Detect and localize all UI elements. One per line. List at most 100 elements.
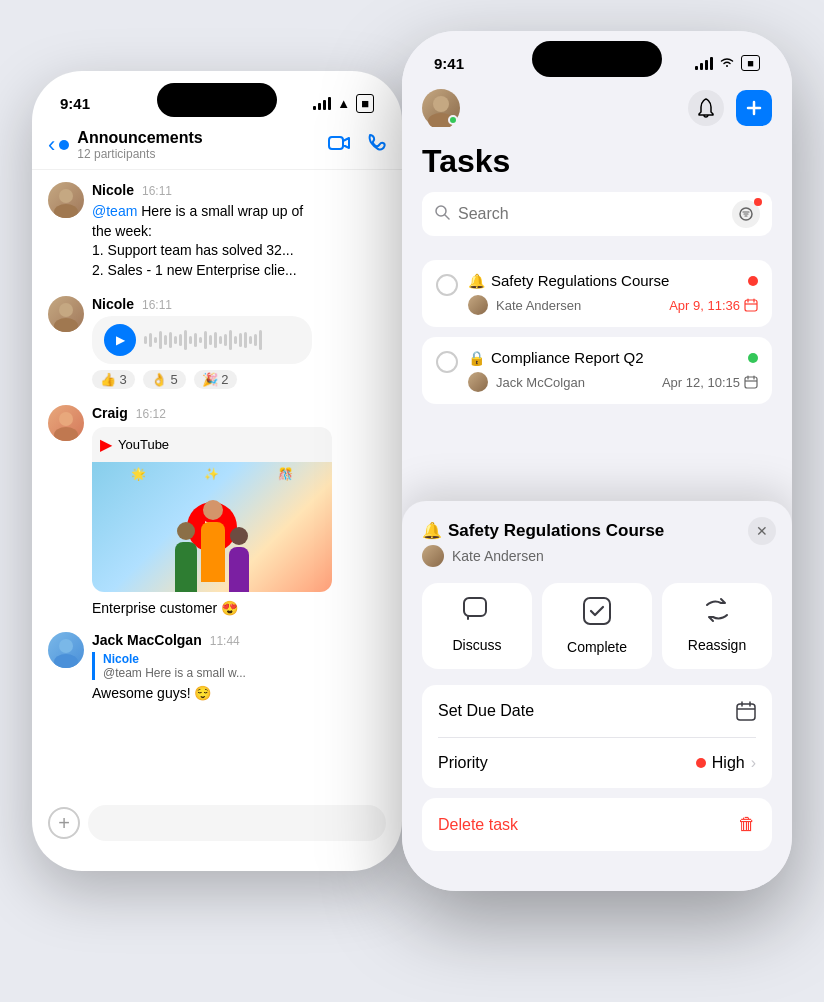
search-bar[interactable]	[422, 192, 772, 236]
complete-icon	[583, 597, 611, 631]
wifi-front	[719, 56, 735, 71]
back-button[interactable]: ‹	[48, 132, 69, 158]
reaction-ok[interactable]: 👌 5	[143, 370, 186, 389]
yt-header: ▶ YouTube	[92, 427, 332, 462]
task-priority-indicator	[748, 276, 758, 286]
notifications-button[interactable]	[688, 90, 724, 126]
reassign-button[interactable]: Reassign	[662, 583, 772, 669]
trash-icon: 🗑	[738, 814, 756, 835]
svg-point-7	[59, 639, 73, 653]
message-author: Nicole	[92, 182, 134, 198]
delete-task-label: Delete task	[438, 816, 518, 834]
time-front: 9:41	[434, 55, 464, 72]
sheet-options: Set Due Date Priority High ›	[422, 685, 772, 788]
battery-front: ■	[741, 55, 760, 71]
delete-task-row: Delete task 🗑	[422, 798, 772, 851]
voice-message[interactable]: ▶	[92, 316, 312, 364]
task-alert-icon: 🔔	[468, 273, 485, 289]
discuss-icon	[463, 597, 491, 629]
task-assignee-avatar	[468, 295, 488, 315]
reassign-label: Reassign	[688, 637, 746, 653]
svg-point-9	[433, 96, 449, 112]
sheet-alert-icon: 🔔	[422, 521, 442, 540]
task-assignee-avatar	[468, 372, 488, 392]
svg-line-14	[445, 215, 449, 219]
task-priority-indicator	[748, 353, 758, 363]
svg-rect-0	[329, 137, 343, 149]
phone-front: 9:41 ■	[402, 31, 792, 891]
sheet-assignee-name: Kate Andersen	[452, 548, 544, 564]
add-attachment-button[interactable]: +	[48, 807, 80, 839]
avatar	[48, 405, 84, 441]
discuss-label: Discuss	[452, 637, 501, 653]
message-row: Jack MacColgan 11:44 Nicole @team Here i…	[48, 632, 386, 704]
message-text: Enterprise customer 😍	[92, 600, 386, 616]
phone-call-icon[interactable]	[366, 133, 386, 158]
youtube-icon: ▶	[100, 435, 112, 454]
svg-point-6	[54, 427, 78, 441]
play-button[interactable]: ▶	[104, 324, 136, 356]
svg-point-1	[59, 189, 73, 203]
message-content: Nicole 16:11 @team Here is a small wrap …	[92, 182, 386, 280]
svg-point-3	[59, 303, 73, 317]
task-assignee-name: Jack McColgan	[496, 375, 585, 390]
mention: @team	[92, 203, 137, 219]
add-task-button[interactable]	[736, 90, 772, 126]
complete-label: Complete	[567, 639, 627, 655]
discuss-button[interactable]: Discuss	[422, 583, 532, 669]
svg-rect-26	[737, 704, 755, 720]
message-content: Nicole 16:11 ▶	[92, 296, 386, 389]
status-icons-back: ▲ ■	[313, 94, 374, 113]
task-name-row: 🔒 Compliance Report Q2	[468, 349, 758, 366]
task-checkbox[interactable]	[436, 351, 458, 373]
task-due-date: Apr 12, 10:15	[662, 375, 758, 390]
svg-point-4	[54, 318, 78, 332]
search-input[interactable]	[458, 205, 724, 223]
chevron-right-icon: ›	[751, 754, 756, 772]
task-name-row: 🔔 Safety Regulations Course	[468, 272, 758, 289]
search-icon	[434, 204, 450, 224]
task-meta: Jack McColgan Apr 12, 10:15	[468, 372, 758, 392]
chat-subtitle: 12 participants	[77, 147, 328, 161]
message-row: Craig 16:12 ▶ YouTube	[48, 405, 386, 616]
task-item[interactable]: 🔒 Compliance Report Q2 Jack McColgan Apr…	[422, 337, 772, 404]
priority-label: Priority	[438, 754, 488, 772]
reaction-thumbsup[interactable]: 👍 3	[92, 370, 135, 389]
reactions: 👍 3 👌 5 🎉 2	[92, 370, 386, 389]
avatar	[48, 632, 84, 668]
quoted-message: Nicole @team Here is a small w...	[92, 652, 386, 680]
battery-back: ■	[356, 94, 374, 113]
message-content: Jack MacColgan 11:44 Nicole @team Here i…	[92, 632, 386, 704]
message-input[interactable]	[88, 805, 386, 841]
youtube-embed[interactable]: ▶ YouTube	[92, 427, 332, 592]
svg-rect-16	[745, 300, 757, 311]
message-row: Nicole 16:11 @team Here is a small wrap …	[48, 182, 386, 280]
tasks-header-top	[422, 89, 772, 127]
video-call-icon[interactable]	[328, 133, 350, 158]
task-item[interactable]: 🔔 Safety Regulations Course Kate Anderse…	[422, 260, 772, 327]
header-actions	[328, 133, 386, 158]
back-chevron-icon: ‹	[48, 132, 55, 158]
sheet-close-button[interactable]: ✕	[748, 517, 776, 545]
tasks-list: 🔔 Safety Regulations Course Kate Anderse…	[402, 248, 792, 426]
svg-rect-20	[745, 377, 757, 388]
due-date-right	[736, 701, 756, 721]
delete-task-option[interactable]: Delete task 🗑	[438, 798, 756, 851]
user-avatar[interactable]	[422, 89, 460, 127]
task-meta: Kate Andersen Apr 9, 11:36	[468, 295, 758, 315]
message-header: Nicole 16:11	[92, 296, 386, 312]
message-text: Awesome guys! 😌	[92, 684, 386, 704]
chat-header: ‹ Announcements 12 participants	[32, 121, 402, 170]
reaction-party[interactable]: 🎉 2	[194, 370, 237, 389]
complete-button[interactable]: Complete	[542, 583, 652, 669]
task-checkbox[interactable]	[436, 274, 458, 296]
message-content: Craig 16:12 ▶ YouTube	[92, 405, 386, 616]
dynamic-island	[157, 83, 277, 117]
priority-option[interactable]: Priority High ›	[438, 738, 756, 788]
filter-button[interactable]	[732, 200, 760, 228]
set-due-date-option[interactable]: Set Due Date	[438, 685, 756, 738]
person	[201, 500, 225, 582]
message-row: Nicole 16:11 ▶	[48, 296, 386, 389]
message-header: Jack MacColgan 11:44	[92, 632, 386, 648]
page-title: Tasks	[422, 143, 772, 180]
